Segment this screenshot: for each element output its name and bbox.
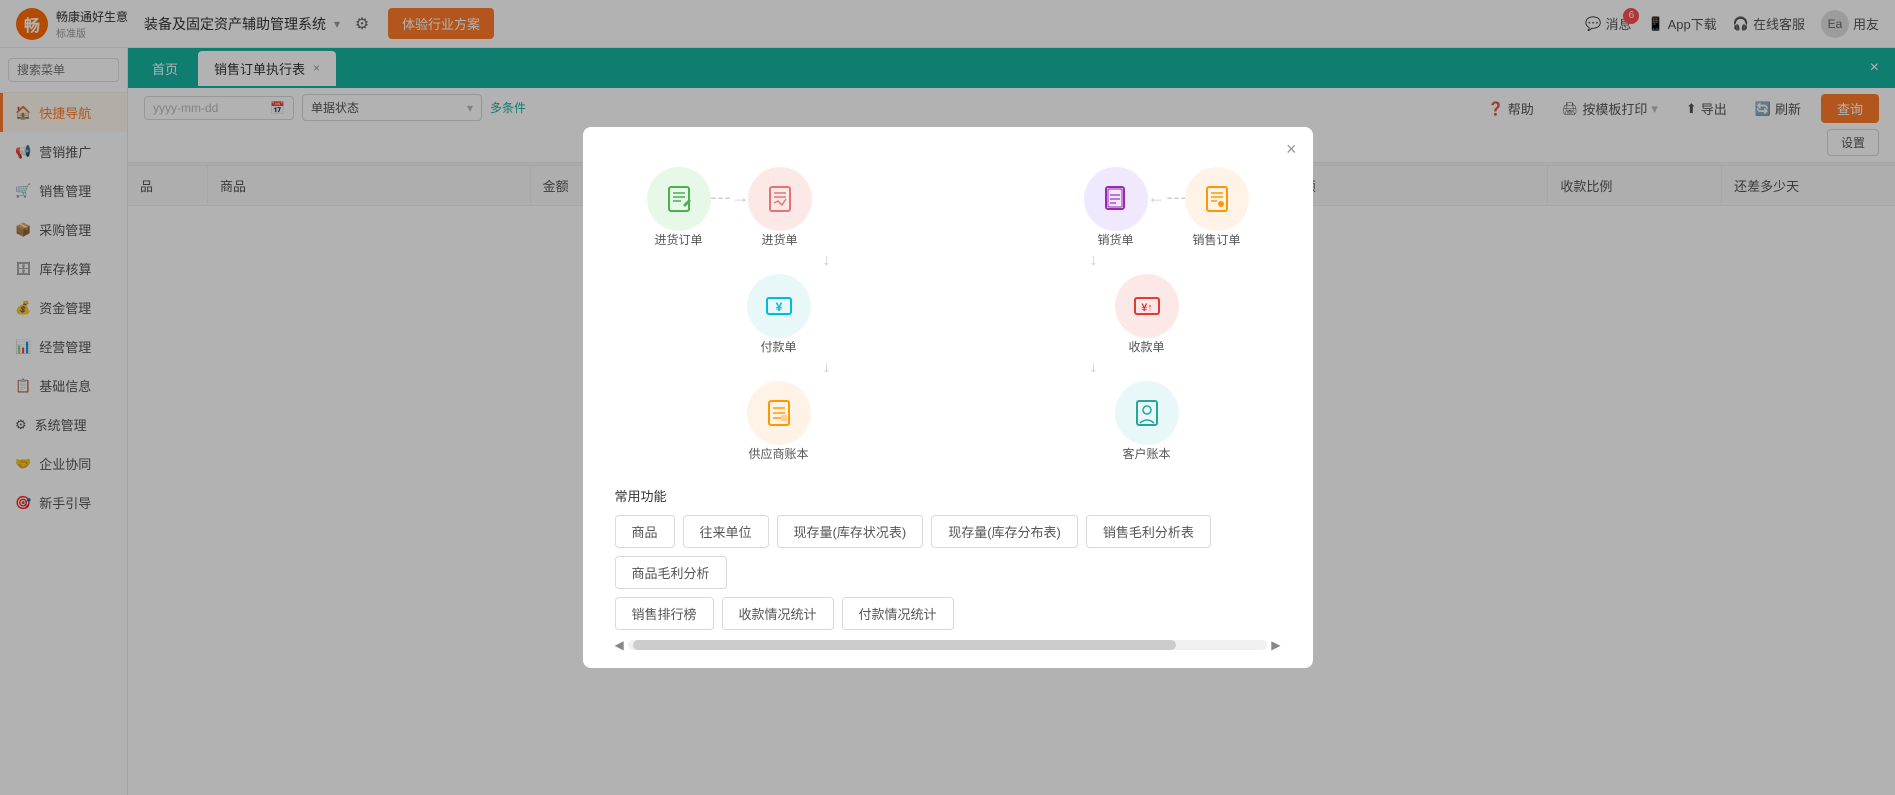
arrow-down-1: ↓ [647, 252, 877, 270]
svg-text:¥: ¥ [775, 300, 782, 314]
node-supplier-ledger[interactable]: 供应商账本 [647, 381, 811, 462]
payment-bill-circle[interactable]: ¥ [747, 274, 811, 338]
node-sales-order[interactable]: 销售订单 [1185, 167, 1249, 248]
common-functions: 常用功能 商品 往来单位 现存量(库存状况表) 现存量(库存分布表) 销售毛利分… [615, 486, 1281, 652]
node-purchase-bill[interactable]: 进货单 [748, 167, 812, 248]
modal-close-button[interactable]: × [1286, 139, 1297, 160]
scroll-track[interactable] [628, 640, 1268, 650]
arrow-down-2: ↓ [1019, 252, 1249, 270]
arrow-down-3: ↓ [647, 359, 877, 377]
func-btn-counterparty[interactable]: 往来单位 [683, 515, 769, 548]
purchase-bill-circle[interactable] [748, 167, 812, 231]
func-btn-payment-stats[interactable]: 付款情况统计 [842, 597, 954, 630]
node-receipt-bill[interactable]: ¥↑ 收款单 [1115, 274, 1249, 355]
func-buttons-row2: 销售排行榜 收款情况统计 付款情况统计 [615, 597, 1281, 630]
func-btn-product-margin-analysis[interactable]: 商品毛利分析 [615, 556, 727, 589]
node-purchase-order[interactable]: 进货订单 [647, 167, 711, 248]
node-sales-bill[interactable]: 销货单 [1084, 167, 1148, 248]
func-btn-inventory-dist[interactable]: 现存量(库存分布表) [931, 515, 1078, 548]
func-btn-product[interactable]: 商品 [615, 515, 675, 548]
scroll-thumb[interactable] [633, 640, 1177, 650]
purchase-order-circle[interactable] [647, 167, 711, 231]
quick-nav-modal: × [583, 127, 1313, 668]
func-buttons-row1: 商品 往来单位 现存量(库存状况表) 现存量(库存分布表) 销售毛利分析表 商品… [615, 515, 1281, 589]
horizontal-scrollbar: ◀ ▶ [615, 638, 1281, 652]
func-btn-sales-ranking[interactable]: 销售排行榜 [615, 597, 714, 630]
func-btn-receipt-stats[interactable]: 收款情况统计 [722, 597, 834, 630]
node-customer-ledger[interactable]: 客户账本 [1115, 381, 1249, 462]
func-btn-inventory-status[interactable]: 现存量(库存状况表) [777, 515, 924, 548]
svg-text:¥↑: ¥↑ [1141, 302, 1153, 314]
arrow-right-1: - - - → [711, 187, 748, 228]
supplier-ledger-circle[interactable] [747, 381, 811, 445]
arrow-left-1: ← - - - [1148, 187, 1185, 228]
common-funcs-title: 常用功能 [615, 486, 1281, 505]
customer-ledger-circle[interactable] [1115, 381, 1179, 445]
arrow-down-4: ↓ [1019, 359, 1249, 377]
scroll-left-icon[interactable]: ◀ [615, 638, 624, 652]
receipt-bill-circle[interactable]: ¥↑ [1115, 274, 1179, 338]
node-payment-bill[interactable]: ¥ 付款单 [647, 274, 811, 355]
sales-order-circle[interactable] [1185, 167, 1249, 231]
flowchart: 进货订单 - - - → 进货单 [615, 151, 1281, 478]
func-btn-sales-margin-analysis[interactable]: 销售毛利分析表 [1086, 515, 1211, 548]
modal-overlay[interactable]: × [0, 0, 1895, 795]
sales-bill-circle[interactable] [1084, 167, 1148, 231]
scroll-right-icon[interactable]: ▶ [1271, 638, 1280, 652]
